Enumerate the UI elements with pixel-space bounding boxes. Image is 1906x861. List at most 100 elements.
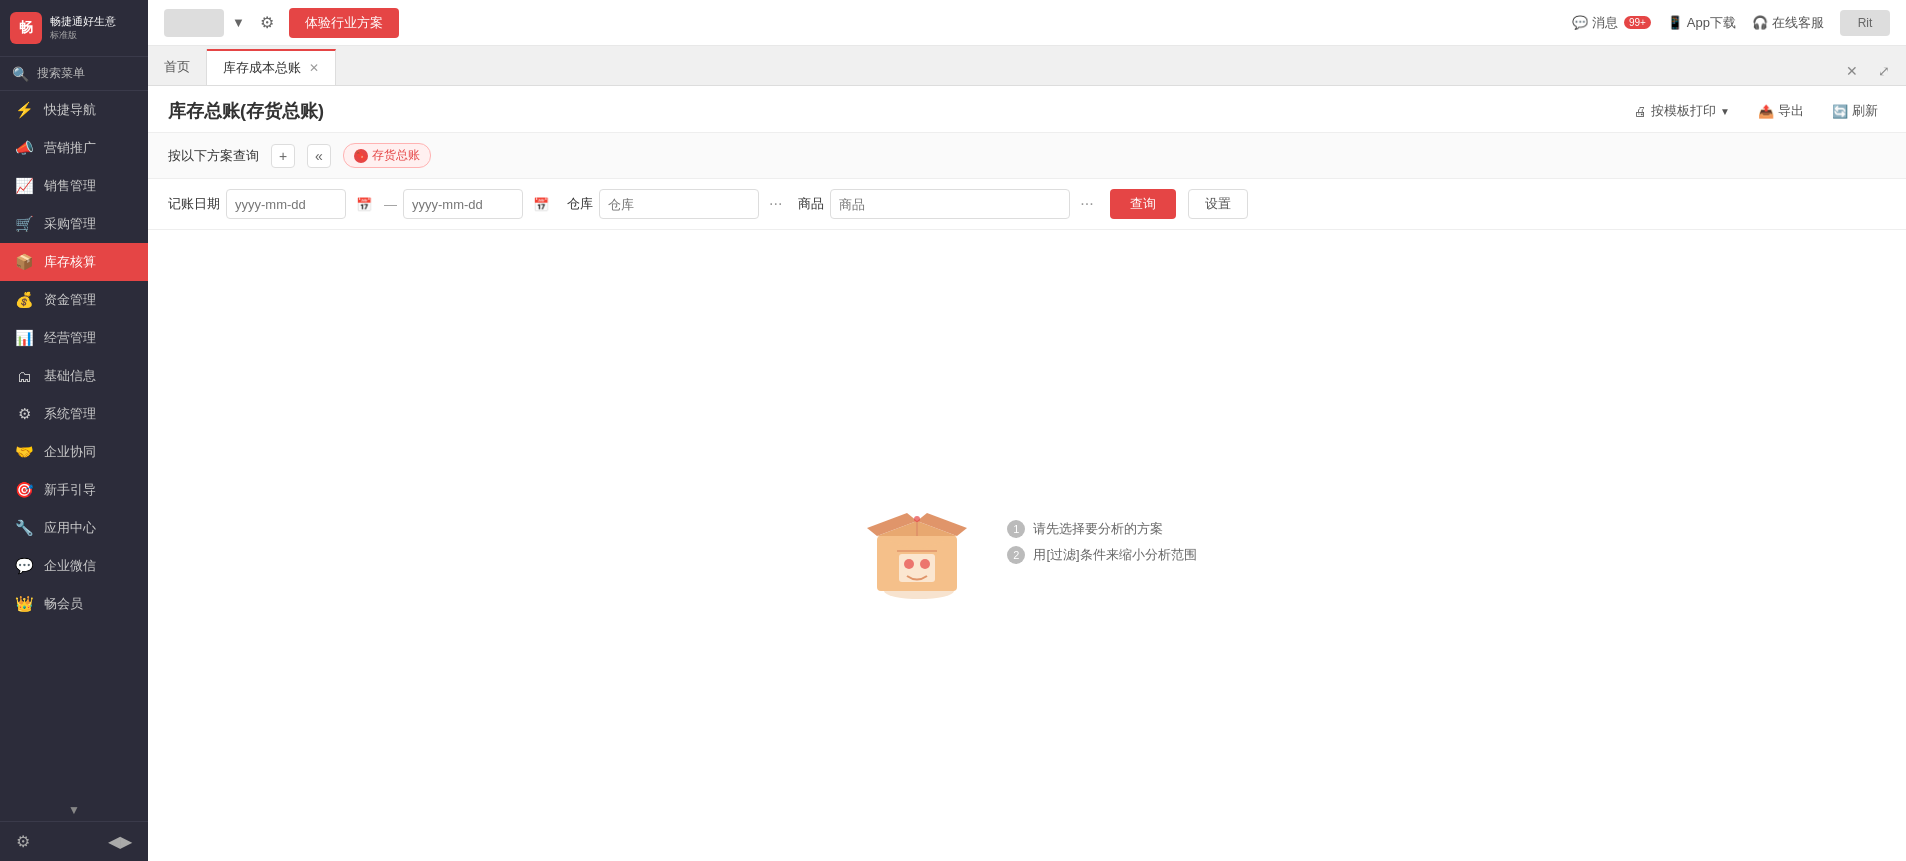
membership-label: 畅会员	[44, 595, 83, 613]
sidebar-item-quick-nav[interactable]: ⚡ 快捷导航	[0, 91, 148, 129]
date-from-input[interactable]	[226, 189, 346, 219]
purchase-icon: 🛒	[14, 215, 34, 233]
filter-add-button[interactable]: +	[271, 144, 295, 168]
sidebar-item-system[interactable]: ⚙ 系统管理	[0, 395, 148, 433]
empty-inner: 1 请先选择要分析的方案 2 用[过滤]条件来缩小分析范围	[857, 486, 1196, 606]
trial-button[interactable]: 体验行业方案	[289, 8, 399, 38]
date-field-group: 记账日期 📅 — 📅	[168, 189, 555, 219]
online-support-label: 在线客服	[1772, 14, 1824, 32]
scheme-tag-icon: 🔖	[354, 149, 368, 163]
date-to-input[interactable]	[403, 189, 523, 219]
finance-icon: 💰	[14, 291, 34, 309]
newbie-label: 新手引导	[44, 481, 96, 499]
tab-inventory-cost[interactable]: 库存成本总账 ✕	[207, 49, 336, 85]
enterprise-label: 企业协同	[44, 443, 96, 461]
svg-point-5	[920, 559, 930, 569]
enterprise-wechat-label: 企业微信	[44, 557, 96, 575]
sidebar-item-sales[interactable]: 📈 销售管理	[0, 167, 148, 205]
svg-point-4	[904, 559, 914, 569]
refresh-label: 刷新	[1852, 102, 1878, 120]
settings-bottom-icon[interactable]: ⚙	[16, 832, 30, 851]
page-title: 库存总账(存货总账)	[168, 99, 324, 123]
tip-text-1: 请先选择要分析的方案	[1033, 520, 1163, 538]
scheme-tag[interactable]: 🔖 存货总账	[343, 143, 431, 168]
sidebar-item-enterprise[interactable]: 🤝 企业协同	[0, 433, 148, 471]
messages-icon: 💬	[1572, 15, 1588, 30]
online-support-action[interactable]: 🎧 在线客服	[1752, 14, 1824, 32]
app-logo: 畅 畅捷通好生意 标准版	[0, 0, 148, 57]
operations-label: 经营管理	[44, 329, 96, 347]
search-icon: 🔍	[12, 66, 29, 82]
refresh-button[interactable]: 🔄 刷新	[1824, 98, 1886, 124]
settings-button[interactable]: 设置	[1188, 189, 1248, 219]
tab-close-icon[interactable]: ✕	[309, 61, 319, 75]
template-print-dropdown-icon: ▼	[1720, 106, 1730, 117]
user-avatar-left	[164, 9, 224, 37]
sidebar-item-membership[interactable]: 👑 畅会员	[0, 585, 148, 623]
sidebar-item-inventory[interactable]: 📦 库存核算	[0, 243, 148, 281]
page-content: 库存总账(存货总账) 🖨 按模板打印 ▼ 📤 导出 🔄 刷新	[148, 86, 1906, 861]
goods-more-button[interactable]: ···	[1076, 195, 1097, 213]
inventory-label: 库存核算	[44, 253, 96, 271]
sidebar-item-basic-info[interactable]: 🗂 基础信息	[0, 357, 148, 395]
app-edition: 标准版	[50, 29, 116, 42]
sidebar-item-marketing[interactable]: 📣 营销推广	[0, 129, 148, 167]
empty-tip-1: 1 请先选择要分析的方案	[1007, 520, 1196, 538]
header-dropdown[interactable]: ▼	[232, 15, 245, 30]
filter-area: 按以下方案查询 + « 🔖 存货总账	[148, 133, 1906, 179]
finance-label: 资金管理	[44, 291, 96, 309]
tab-inventory-cost-label: 库存成本总账	[223, 59, 301, 77]
export-button[interactable]: 📤 导出	[1750, 98, 1812, 124]
basic-info-icon: 🗂	[14, 368, 34, 385]
header-left: ▼ ⚙ 体验行业方案	[164, 8, 399, 38]
dropdown-arrow-icon: ▼	[232, 15, 245, 30]
export-label: 导出	[1778, 102, 1804, 120]
date-from-calendar-icon[interactable]: 📅	[350, 190, 378, 218]
filter-collapse-button[interactable]: «	[307, 144, 331, 168]
scheme-tag-label: 存货总账	[372, 147, 420, 164]
warehouse-input[interactable]	[599, 189, 759, 219]
date-separator: —	[384, 197, 397, 212]
system-label: 系统管理	[44, 405, 96, 423]
export-icon: 📤	[1758, 104, 1774, 119]
newbie-icon: 🎯	[14, 481, 34, 499]
sidebar-scroll-down[interactable]: ▼	[0, 799, 148, 821]
tip-number-2: 2	[1007, 546, 1025, 564]
sidebar-nav: ⚡ 快捷导航 📣 营销推广 📈 销售管理 🛒 采购管理 📦 库存核算 💰 资金管…	[0, 91, 148, 799]
search-menu-label: 搜索菜单	[37, 65, 85, 82]
tab-home[interactable]: 首页	[148, 49, 207, 85]
sidebar-item-app-center[interactable]: 🔧 应用中心	[0, 509, 148, 547]
sidebar-item-finance[interactable]: 💰 资金管理	[0, 281, 148, 319]
messages-action[interactable]: 💬 消息 99+	[1572, 14, 1651, 32]
date-to-calendar-icon[interactable]: 📅	[527, 190, 555, 218]
page-header: 库存总账(存货总账) 🖨 按模板打印 ▼ 📤 导出 🔄 刷新	[148, 86, 1906, 133]
sidebar-item-enterprise-wechat[interactable]: 💬 企业微信	[0, 547, 148, 585]
sidebar-bottom: ⚙ ◀▶	[0, 821, 148, 861]
tab-close-button[interactable]: ✕	[1838, 57, 1866, 85]
purchase-label: 采购管理	[44, 215, 96, 233]
search-menu-item[interactable]: 🔍 搜索菜单	[0, 57, 148, 91]
template-print-button[interactable]: 🖨 按模板打印 ▼	[1626, 98, 1738, 124]
system-icon: ⚙	[14, 405, 34, 423]
sales-icon: 📈	[14, 177, 34, 195]
warehouse-more-button[interactable]: ···	[765, 195, 786, 213]
app-download-action[interactable]: 📱 App下载	[1667, 14, 1736, 32]
sidebar-item-newbie[interactable]: 🎯 新手引导	[0, 471, 148, 509]
refresh-icon: 🔄	[1832, 104, 1848, 119]
tab-expand-button[interactable]: ⤢	[1870, 57, 1898, 85]
sidebar-item-purchase[interactable]: 🛒 采购管理	[0, 205, 148, 243]
empty-box-svg	[857, 486, 977, 606]
membership-icon: 👑	[14, 595, 34, 613]
template-print-label: 按模板打印	[1651, 102, 1716, 120]
user-avatar-right[interactable]: Rit	[1840, 10, 1890, 36]
search-button[interactable]: 查询	[1110, 189, 1176, 219]
sidebar-item-operations[interactable]: 📊 经营管理	[0, 319, 148, 357]
main-area: ▼ ⚙ 体验行业方案 💬 消息 99+ 📱 App下载 🎧 在线客服 Rit	[148, 0, 1906, 861]
header-settings-button[interactable]: ⚙	[253, 9, 281, 37]
warehouse-field-group: 仓库 ···	[567, 189, 786, 219]
header-right: 💬 消息 99+ 📱 App下载 🎧 在线客服 Rit	[1572, 10, 1890, 36]
goods-input[interactable]	[830, 189, 1070, 219]
page-header-actions: 🖨 按模板打印 ▼ 📤 导出 🔄 刷新	[1626, 98, 1886, 124]
filter-scheme-label: 按以下方案查询	[168, 147, 259, 165]
collapse-sidebar-icon[interactable]: ◀▶	[108, 832, 132, 851]
